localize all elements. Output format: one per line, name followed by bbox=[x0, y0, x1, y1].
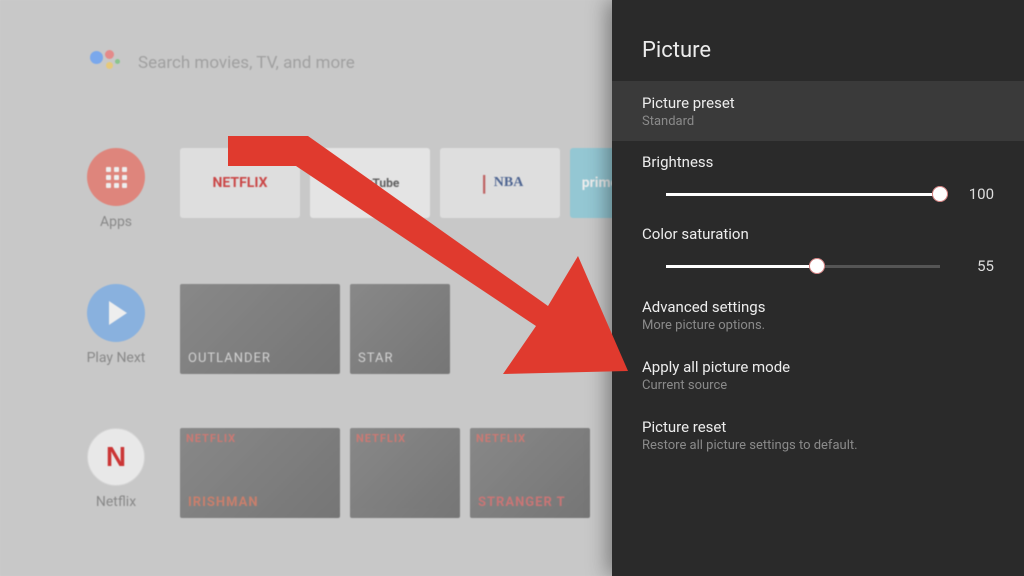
setting-picture-reset[interactable]: Picture reset Restore all picture settin… bbox=[612, 405, 1024, 465]
setting-sub: More picture options. bbox=[642, 318, 994, 333]
playnext-thumbs: OUTLANDER STAR bbox=[180, 284, 450, 374]
setting-label: Picture reset bbox=[642, 418, 994, 436]
saturation-slider[interactable] bbox=[666, 265, 940, 268]
picture-settings-panel: Picture Picture preset Standard Brightne… bbox=[612, 0, 1024, 576]
grid-icon bbox=[106, 167, 127, 188]
netflix-row-icon: N bbox=[87, 428, 145, 486]
row-label-text: Apps bbox=[72, 214, 160, 230]
row-label-netflix[interactable]: N Netflix bbox=[72, 428, 160, 510]
brightness-slider[interactable] bbox=[666, 193, 940, 196]
setting-value: Standard bbox=[642, 114, 994, 129]
setting-label: Apply all picture mode bbox=[642, 358, 994, 376]
setting-label: Advanced settings bbox=[642, 298, 994, 316]
play-icon bbox=[109, 301, 127, 325]
setting-advanced[interactable]: Advanced settings More picture options. bbox=[612, 285, 1024, 345]
search-placeholder: Search movies, TV, and more bbox=[138, 53, 355, 73]
search-bar[interactable]: Search movies, TV, and more bbox=[90, 48, 355, 78]
setting-apply-all[interactable]: Apply all picture mode Current source bbox=[612, 345, 1024, 405]
slider-knob[interactable] bbox=[809, 258, 825, 274]
tile-youtube[interactable]: ▶YouTube bbox=[310, 148, 430, 218]
setting-sub: Current source bbox=[642, 378, 994, 393]
assistant-icon bbox=[90, 48, 120, 78]
netflix-thumbs: NETFLIXIRISHMAN NETFLIX NETFLIXSTRANGER … bbox=[180, 428, 590, 518]
tile-netflix[interactable]: NETFLIX bbox=[180, 148, 300, 218]
apps-tiles: NETFLIX ▶YouTube ❘NBA prime bbox=[180, 148, 630, 218]
play-next-icon bbox=[87, 284, 145, 342]
apps-row-icon bbox=[87, 148, 145, 206]
home-screen: Search movies, TV, and more Apps NETFLIX… bbox=[0, 0, 612, 576]
thumb-unknown[interactable]: NETFLIX bbox=[350, 428, 460, 518]
setting-sub: Restore all picture settings to default. bbox=[642, 438, 994, 453]
thumb-irishman[interactable]: NETFLIXIRISHMAN bbox=[180, 428, 340, 518]
saturation-value: 55 bbox=[958, 257, 994, 275]
brightness-value: 100 bbox=[958, 185, 994, 203]
panel-title: Picture bbox=[612, 0, 1024, 81]
tile-nba[interactable]: ❘NBA bbox=[440, 148, 560, 218]
row-apps: Apps NETFLIX ▶YouTube ❘NBA prime bbox=[72, 148, 630, 230]
row-netflix: N Netflix NETFLIXIRISHMAN NETFLIX NETFLI… bbox=[72, 428, 630, 518]
launcher-rows: Apps NETFLIX ▶YouTube ❘NBA prime Play Ne… bbox=[72, 148, 630, 518]
thumb-stranger[interactable]: NETFLIXSTRANGER T bbox=[470, 428, 590, 518]
row-label-text: Play Next bbox=[72, 350, 160, 366]
netflix-n-icon: N bbox=[106, 441, 126, 473]
row-label-play-next[interactable]: Play Next bbox=[72, 284, 160, 366]
setting-label: Picture preset bbox=[642, 94, 994, 112]
setting-color-saturation[interactable]: Color saturation 55 bbox=[612, 213, 1024, 285]
thumb-outlander[interactable]: OUTLANDER bbox=[180, 284, 340, 374]
thumb-star[interactable]: STAR bbox=[350, 284, 450, 374]
row-label-text: Netflix bbox=[72, 494, 160, 510]
setting-brightness[interactable]: Brightness 100 bbox=[612, 141, 1024, 213]
row-label-apps[interactable]: Apps bbox=[72, 148, 160, 230]
setting-label: Brightness bbox=[642, 153, 994, 171]
slider-knob[interactable] bbox=[932, 186, 948, 202]
row-play-next: Play Next OUTLANDER STAR bbox=[72, 284, 630, 374]
setting-label: Color saturation bbox=[642, 225, 994, 243]
setting-picture-preset[interactable]: Picture preset Standard bbox=[612, 81, 1024, 141]
